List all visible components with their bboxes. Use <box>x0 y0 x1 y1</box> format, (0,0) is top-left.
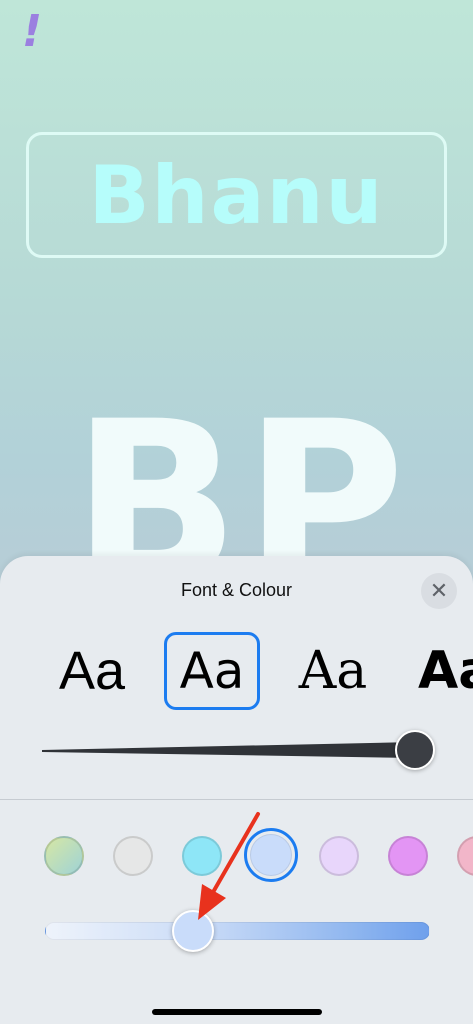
divider <box>0 799 473 800</box>
home-indicator[interactable] <box>152 1009 322 1015</box>
monogram-text: BP <box>72 392 409 562</box>
font-option[interactable]: Aa <box>288 632 378 710</box>
weight-slider-track <box>42 742 415 758</box>
font-option[interactable]: Aa <box>50 632 134 710</box>
font-colour-sheet: Font & Colour ✕ Aa Aa Aa Aa <box>0 556 473 1024</box>
monogram: BP <box>72 392 412 562</box>
annotation-arrow-icon <box>198 812 260 920</box>
font-option[interactable]: Aa <box>418 632 473 710</box>
font-weight-slider[interactable] <box>40 728 440 772</box>
color-swatch[interactable] <box>388 836 428 876</box>
sheet-title: Font & Colour <box>180 580 293 600</box>
weight-slider-thumb[interactable] <box>395 730 435 770</box>
color-swatch[interactable] <box>113 836 153 876</box>
close-button[interactable]: ✕ <box>421 573 457 609</box>
contact-name: Bhanu <box>88 148 385 242</box>
color-swatch[interactable] <box>457 836 473 876</box>
color-swatch[interactable] <box>44 836 84 876</box>
color-swatch[interactable] <box>319 836 359 876</box>
font-option-selected[interactable]: Aa <box>164 632 260 710</box>
font-options: Aa Aa Aa Aa <box>0 632 473 714</box>
close-icon: ✕ <box>429 578 449 604</box>
name-widget[interactable]: Bhanu <box>26 132 447 258</box>
alert-icon: ! <box>22 6 43 57</box>
